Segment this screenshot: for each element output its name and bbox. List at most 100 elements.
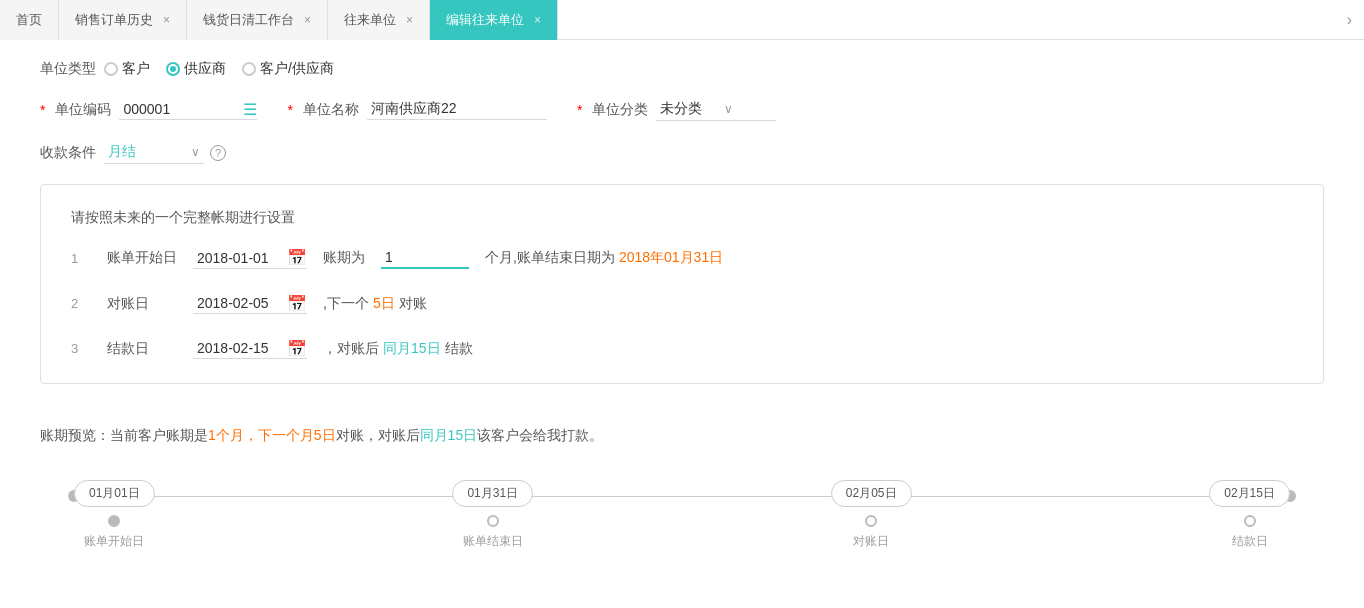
row-3-suffix-post: 结款 [445, 340, 473, 358]
tab-partner-units-close[interactable]: × [406, 13, 413, 27]
unit-code-icon[interactable]: ☰ [243, 100, 257, 119]
radio-customer-supplier[interactable]: 客户/供应商 [242, 60, 334, 78]
timeline-node-2-label: 对账日 [853, 533, 889, 550]
radio-customer-supplier-label: 客户/供应商 [260, 60, 334, 78]
row-2-suffix-post: 对账 [399, 295, 427, 313]
row-3-suffix-highlight: 同月15日 [383, 340, 441, 358]
preview-part1: 1个月， [208, 427, 258, 443]
tab-bar: 首页 销售订单历史 × 钱货日清工作台 × 往来单位 × 编辑往来单位 × › [0, 0, 1364, 40]
timeline-node-2-pill: 02月05日 [831, 480, 912, 507]
radio-supplier[interactable]: 供应商 [166, 60, 226, 78]
row-3-date[interactable] [193, 338, 283, 358]
settings-row-1: 1 账单开始日 📅 账期为 个月,账单结束日期为 2018年01月31日 [71, 247, 1293, 269]
row-1-period-value[interactable] [385, 249, 465, 265]
payment-terms-row: 收款条件 月结 ∨ ? [40, 141, 1324, 164]
preview-part4: 同月15日 [420, 427, 478, 443]
main-content: 单位类型 客户 供应商 客户/供应商 * 单位编码 [0, 40, 1364, 608]
tab-partner-units[interactable]: 往来单位 × [328, 0, 430, 40]
tab-cash-work-label: 钱货日清工作台 [203, 11, 294, 29]
row-3-calendar-icon[interactable]: 📅 [287, 339, 307, 358]
payment-terms-field: 收款条件 月结 ∨ ? [40, 141, 226, 164]
tab-cash-work-close[interactable]: × [304, 13, 311, 27]
row-1-label: 账单开始日 [107, 249, 177, 267]
row-2-date-input: 📅 [193, 293, 307, 314]
preview-part2: 下一个月5日 [258, 427, 336, 443]
preview-text: 账期预览：当前客户账期是1个月，下一个月5日对账，对账后同月15日该客户会给我打… [40, 424, 1324, 446]
timeline: 01月01日 账单开始日 01月31日 账单结束日 02月05日 对账日 02月… [40, 470, 1324, 580]
unit-code-input-wrapper: ☰ [119, 99, 257, 120]
row-1-period-unit: 个月,账单结束日期为 2018年01月31日 [485, 249, 723, 267]
tab-edit-partner[interactable]: 编辑往来单位 × [430, 0, 558, 40]
unit-type-row: 单位类型 客户 供应商 客户/供应商 [40, 60, 1324, 78]
settings-title: 请按照未来的一个完整帐期进行设置 [71, 209, 1293, 227]
timeline-nodes: 01月01日 账单开始日 01月31日 账单结束日 02月05日 对账日 02月… [40, 480, 1324, 550]
unit-category-select[interactable]: 未分类 ∨ [656, 98, 776, 121]
unit-type-field: 单位类型 客户 供应商 客户/供应商 [40, 60, 334, 78]
tab-home[interactable]: 首页 [0, 0, 59, 40]
tab-scroll-arrow[interactable]: › [1335, 11, 1364, 29]
row-1-period-result: 2018年01月31日 [619, 249, 723, 267]
unit-info-row: * 单位编码 ☰ * 单位名称 * 单位分类 未分类 ∨ [40, 98, 1324, 121]
row-1-date[interactable] [193, 248, 283, 268]
unit-name-field: * 单位名称 [287, 99, 546, 120]
tab-partner-units-label: 往来单位 [344, 11, 396, 29]
payment-terms-label: 收款条件 [40, 144, 96, 162]
radio-supplier-label: 供应商 [184, 60, 226, 78]
preview-label: 账期预览：当前客户账期是 [40, 427, 208, 443]
row-2-suffix-highlight: 5日 [373, 295, 395, 313]
radio-customer-circle [104, 62, 118, 76]
unit-type-label: 单位类型 [40, 60, 96, 78]
tab-sales-history[interactable]: 销售订单历史 × [59, 0, 187, 40]
help-icon[interactable]: ? [210, 145, 226, 161]
row-1-date-input: 📅 [193, 248, 307, 269]
timeline-node-1-pill: 01月31日 [452, 480, 533, 507]
unit-category-required: * [577, 102, 582, 118]
tab-edit-partner-close[interactable]: × [534, 13, 541, 27]
unit-category-arrow: ∨ [724, 102, 733, 116]
preview-part5: 该客户会给我打款。 [477, 427, 603, 443]
row-3-date-input: 📅 [193, 338, 307, 359]
unit-code-field: * 单位编码 ☰ [40, 99, 257, 120]
timeline-node-3-label: 结款日 [1232, 533, 1268, 550]
radio-customer-supplier-circle [242, 62, 256, 76]
unit-code-required: * [40, 102, 45, 118]
row-2-label: 对账日 [107, 295, 177, 313]
timeline-node-0: 01月01日 账单开始日 [74, 480, 155, 550]
radio-customer[interactable]: 客户 [104, 60, 150, 78]
row-3-suffix: ，对账后同月15日结款 [323, 340, 473, 358]
tab-sales-history-label: 销售订单历史 [75, 11, 153, 29]
unit-category-field: * 单位分类 未分类 ∨ [577, 98, 776, 121]
row-3-number: 3 [71, 341, 91, 356]
row-1-number: 1 [71, 251, 91, 266]
unit-name-required: * [287, 102, 292, 118]
tab-home-label: 首页 [16, 11, 42, 29]
row-2-date[interactable] [193, 293, 283, 313]
row-1-calendar-icon[interactable]: 📅 [287, 248, 307, 267]
unit-category-label: 单位分类 [592, 101, 648, 119]
timeline-node-2-dot [865, 515, 877, 527]
settings-box: 请按照未来的一个完整帐期进行设置 1 账单开始日 📅 账期为 个月,账单结束日期… [40, 184, 1324, 384]
unit-type-radio-group: 客户 供应商 客户/供应商 [104, 60, 334, 78]
unit-name-label: 单位名称 [303, 101, 359, 119]
tab-sales-history-close[interactable]: × [163, 13, 170, 27]
radio-supplier-circle [166, 62, 180, 76]
row-1-period-unit-text: 个月,账单结束日期为 [485, 249, 615, 267]
preview-section: 账期预览：当前客户账期是1个月，下一个月5日对账，对账后同月15日该客户会给我打… [40, 404, 1324, 600]
payment-terms-select[interactable]: 月结 ∨ [104, 141, 204, 164]
row-2-suffix-pre: ,下一个 [323, 295, 369, 313]
timeline-node-3: 02月15日 结款日 [1209, 480, 1290, 550]
row-2-suffix: ,下一个5日对账 [323, 295, 427, 313]
timeline-node-2: 02月05日 对账日 [831, 480, 912, 550]
row-2-calendar-icon[interactable]: 📅 [287, 294, 307, 313]
preview-part3: 对账，对账后 [336, 427, 420, 443]
timeline-node-1-dot [487, 515, 499, 527]
settings-row-3: 3 结款日 📅 ，对账后同月15日结款 [71, 338, 1293, 359]
row-1-period-input-wrapper [381, 247, 469, 269]
timeline-node-3-pill: 02月15日 [1209, 480, 1290, 507]
unit-name-input[interactable] [367, 99, 547, 120]
timeline-node-0-pill: 01月01日 [74, 480, 155, 507]
unit-code-input[interactable] [119, 99, 239, 119]
tab-cash-work[interactable]: 钱货日清工作台 × [187, 0, 328, 40]
unit-code-label: 单位编码 [55, 101, 111, 119]
timeline-node-3-dot [1244, 515, 1256, 527]
